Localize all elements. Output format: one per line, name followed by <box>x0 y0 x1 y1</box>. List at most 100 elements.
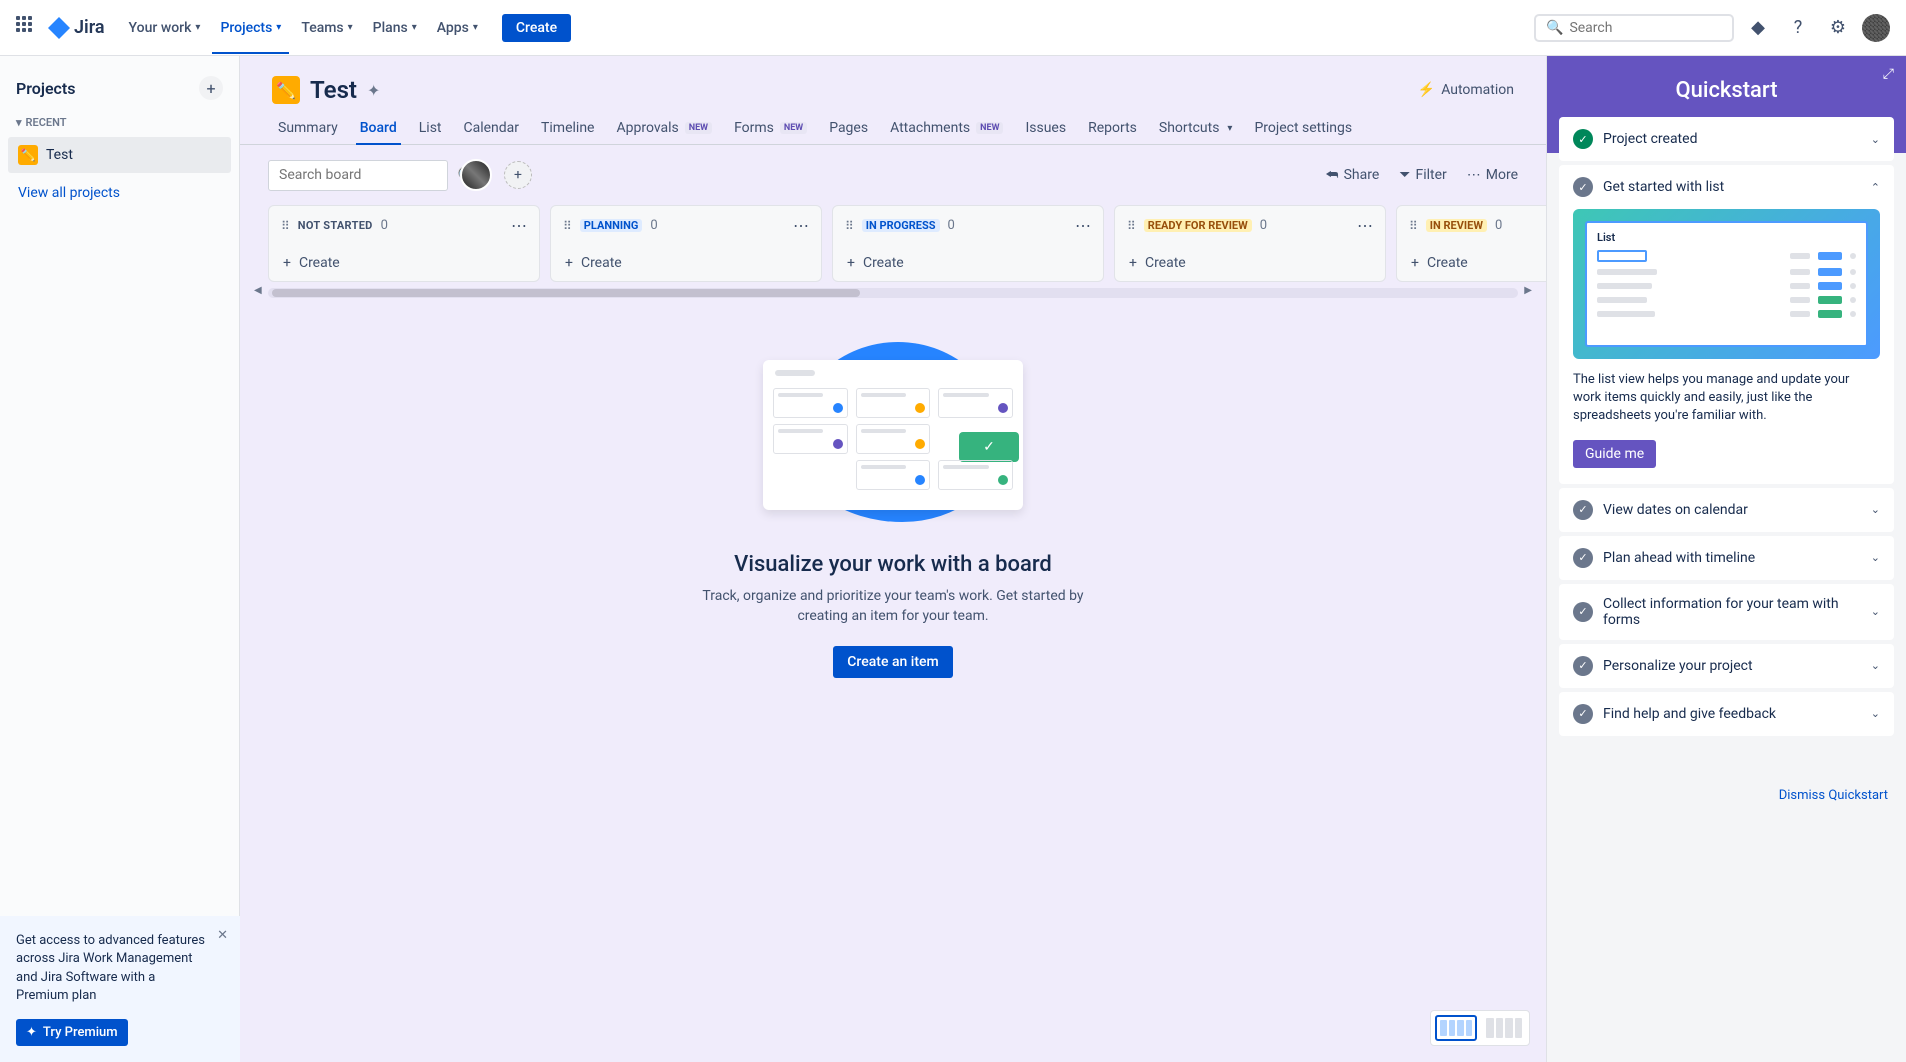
horizontal-scrollbar[interactable]: ◀ ▶ <box>268 288 1518 298</box>
tab-forms[interactable]: FormsNEW <box>724 112 817 144</box>
column-menu-icon[interactable]: ⋯ <box>1075 216 1091 235</box>
chevron-icon: ⌄ <box>1871 503 1880 516</box>
quickstart-row[interactable]: ✓ Personalize your project ⌄ <box>1559 644 1894 688</box>
profile-avatar[interactable] <box>1862 14 1890 42</box>
nav-your-work[interactable]: Your work▾ <box>121 14 209 42</box>
quickstart-row[interactable]: ✓ Collect information for your team with… <box>1559 584 1894 640</box>
tab-shortcuts[interactable]: Shortcuts▾ <box>1149 112 1243 144</box>
upsell-text: Get access to advanced features across J… <box>16 932 224 1005</box>
column-menu-icon[interactable]: ⋯ <box>1357 216 1373 235</box>
quickstart-row[interactable]: ✓ Get started with list ⌃ <box>1559 165 1894 209</box>
chevron-icon: ⌃ <box>1871 181 1880 194</box>
automation-button[interactable]: ⚡ Automation <box>1418 82 1514 98</box>
filter-button[interactable]: ⏷Filter <box>1399 167 1447 183</box>
tab-list[interactable]: List <box>409 112 452 144</box>
app-switcher-icon[interactable] <box>16 16 40 40</box>
quickstart-item-1: ✓ Get started with list ⌃ List The list … <box>1559 165 1894 484</box>
help-icon[interactable]: ? <box>1782 12 1814 44</box>
check-icon: ✓ <box>1573 656 1593 676</box>
try-premium-button[interactable]: ✦ Try Premium <box>16 1019 128 1046</box>
column-planning: ⠿ PLANNING 0 ⋯ +Create <box>550 205 822 282</box>
tab-summary[interactable]: Summary <box>268 112 348 144</box>
column-create-button[interactable]: +Create <box>1115 245 1385 281</box>
empty-illustration: ✓ <box>743 328 1043 528</box>
quickstart-item-5: ✓ Personalize your project ⌄ <box>1559 644 1894 688</box>
tab-timeline[interactable]: Timeline <box>531 112 604 144</box>
ai-icon[interactable]: ✦ <box>367 81 380 100</box>
nav-apps[interactable]: Apps▾ <box>429 14 486 42</box>
quickstart-row[interactable]: ✓ Find help and give feedback ⌄ <box>1559 692 1894 736</box>
assignee-avatar[interactable] <box>460 159 492 191</box>
view-all-projects-link[interactable]: View all projects <box>8 177 231 209</box>
quickstart-row[interactable]: ✓ Plan ahead with timeline ⌄ <box>1559 536 1894 580</box>
more-button[interactable]: ⋯More <box>1467 167 1518 183</box>
tab-issues[interactable]: Issues <box>1015 112 1076 144</box>
close-icon[interactable]: ✕ <box>217 928 228 943</box>
scroll-left-icon[interactable]: ◀ <box>254 285 262 296</box>
dismiss-quickstart-link[interactable]: Dismiss Quickstart <box>1779 788 1888 803</box>
board-search-input[interactable] <box>279 167 457 183</box>
board-search[interactable]: 🔍 <box>268 160 448 191</box>
share-button[interactable]: ⮪Share <box>1326 167 1380 183</box>
create-item-button[interactable]: Create an item <box>833 646 952 678</box>
nav-projects[interactable]: Projects▾ <box>212 2 289 54</box>
sidebar-title: Projects <box>16 79 76 98</box>
tab-calendar[interactable]: Calendar <box>454 112 530 144</box>
jira-logo[interactable]: Jira <box>48 17 105 39</box>
minimize-icon[interactable]: ⤢ <box>1883 66 1894 82</box>
settings-icon[interactable]: ⚙ <box>1822 12 1854 44</box>
column-menu-icon[interactable]: ⋯ <box>511 216 527 235</box>
list-illustration: List <box>1573 209 1880 359</box>
tab-attachments[interactable]: AttachmentsNEW <box>880 112 1013 144</box>
sidebar-project-test[interactable]: ✏️ Test <box>8 137 231 173</box>
check-icon: ✓ <box>1573 129 1593 149</box>
column-create-button[interactable]: +Create <box>1397 245 1546 281</box>
quickstart-panel: ⤢ Quickstart ✓ Project created ⌄ ✓ Get s… <box>1546 56 1906 1062</box>
add-people-button[interactable]: + <box>504 161 532 189</box>
notifications-icon[interactable]: ◆ <box>1742 12 1774 44</box>
create-button[interactable]: Create <box>502 14 571 42</box>
drag-handle-icon[interactable]: ⠿ <box>563 219 572 233</box>
add-project-button[interactable]: + <box>199 76 223 100</box>
empty-state: ✓ Visualize your work with a board Track… <box>240 298 1546 678</box>
premium-icon: ✦ <box>26 1025 37 1040</box>
scrollbar-thumb[interactable] <box>272 289 860 297</box>
project-title: Test <box>310 76 357 104</box>
search-input[interactable] <box>1569 20 1722 36</box>
nav-plans[interactable]: Plans▾ <box>365 14 425 42</box>
tab-reports[interactable]: Reports <box>1078 112 1147 144</box>
chevron-icon: ⌄ <box>1871 551 1880 564</box>
guide-me-button[interactable]: Guide me <box>1573 440 1656 468</box>
drag-handle-icon[interactable]: ⠿ <box>281 219 290 233</box>
nav-teams[interactable]: Teams▾ <box>293 14 360 42</box>
check-icon: ✓ <box>1573 500 1593 520</box>
more-icon: ⋯ <box>1467 167 1481 183</box>
tab-approvals[interactable]: ApprovalsNEW <box>606 112 722 144</box>
quickstart-item-2: ✓ View dates on calendar ⌄ <box>1559 488 1894 532</box>
check-icon: ✓ <box>1573 602 1593 622</box>
drag-handle-icon[interactable]: ⠿ <box>1409 219 1418 233</box>
global-search[interactable]: 🔍 <box>1534 14 1734 42</box>
column-create-button[interactable]: +Create <box>551 245 821 281</box>
tab-pages[interactable]: Pages <box>819 112 878 144</box>
view-toggle <box>1430 1010 1530 1046</box>
view-columns-option[interactable] <box>1435 1015 1477 1041</box>
column-create-button[interactable]: +Create <box>269 245 539 281</box>
tab-project-settings[interactable]: Project settings <box>1244 112 1362 144</box>
quickstart-row[interactable]: ✓ Project created ⌄ <box>1559 117 1894 161</box>
view-compact-option[interactable] <box>1483 1015 1525 1041</box>
quickstart-row[interactable]: ✓ View dates on calendar ⌄ <box>1559 488 1894 532</box>
column-not-started: ⠿ NOT STARTED 0 ⋯ +Create <box>268 205 540 282</box>
sidebar-section-recent[interactable]: ▾RECENT <box>8 112 231 133</box>
column-menu-icon[interactable]: ⋯ <box>793 216 809 235</box>
filter-icon: ⏷ <box>1399 167 1410 183</box>
scroll-right-icon[interactable]: ▶ <box>1524 285 1532 296</box>
board-content: ✏️ Test ✦ ⚡ Automation SummaryBoardListC… <box>240 56 1546 1062</box>
column-create-button[interactable]: +Create <box>833 245 1103 281</box>
jira-logo-text: Jira <box>74 17 105 38</box>
chevron-icon: ⌄ <box>1871 133 1880 146</box>
tab-board[interactable]: Board <box>350 112 407 144</box>
check-icon: ✓ <box>1573 177 1593 197</box>
drag-handle-icon[interactable]: ⠿ <box>845 219 854 233</box>
drag-handle-icon[interactable]: ⠿ <box>1127 219 1136 233</box>
